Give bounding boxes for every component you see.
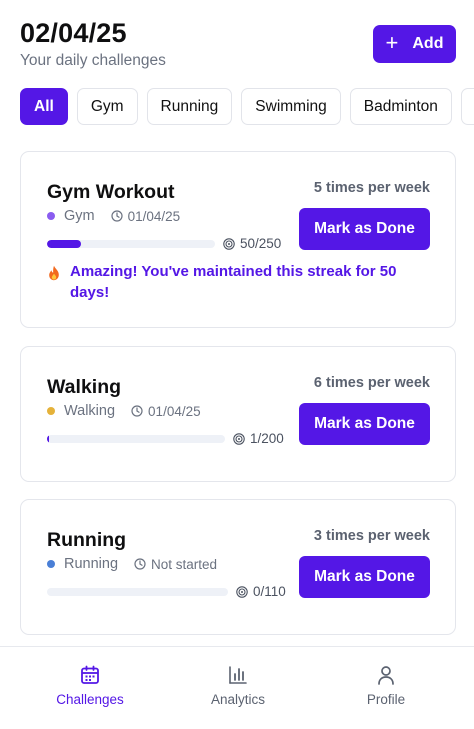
challenge-frequency: 6 times per week — [313, 375, 430, 391]
challenge-title: Running — [47, 529, 127, 551]
mark-as-done-button[interactable]: Mark as Done — [299, 556, 430, 598]
page-title-date: 02/04/25 — [20, 18, 127, 48]
streak-message: Amazing! You've maintained this streak f… — [47, 261, 415, 303]
mark-as-done-button[interactable]: Mark as Done — [299, 403, 430, 445]
clock-icon — [111, 210, 123, 222]
mark-as-done-button[interactable]: Mark as Done — [299, 208, 430, 250]
challenge-start-status: Not started — [151, 556, 218, 572]
challenge-start-date: 01/04/25 — [127, 208, 181, 224]
category-dot — [47, 212, 55, 220]
nav-item-profile[interactable]: Profile — [326, 665, 446, 707]
add-button-label: Add — [412, 35, 444, 52]
challenge-card: Running 3 times per week Running Not sta… — [20, 499, 456, 635]
challenge-frequency: 5 times per week — [313, 180, 430, 196]
challenge-start-date: 01/04/25 — [148, 403, 201, 419]
challenge-title: Gym Workout — [47, 181, 175, 203]
nav-label-analytics: Analytics — [210, 692, 266, 707]
progress-count: 0/110 — [236, 584, 286, 599]
progress-count: 1/200 — [233, 431, 284, 446]
filter-chip-swimming[interactable]: Swimming — [241, 88, 341, 125]
target-icon — [233, 432, 245, 445]
challenge-card: Walking 6 times per week Walking 01/04/2… — [20, 346, 456, 482]
progress-bar-fill — [47, 435, 49, 443]
calendar-icon — [81, 665, 99, 684]
challenge-frequency: 3 times per week — [313, 528, 430, 544]
challenge-meta: Walking 01/04/25 — [47, 403, 201, 419]
page-header: 02/04/25 Your daily challenges + Add — [20, 16, 456, 76]
add-challenge-button[interactable]: + Add — [373, 25, 456, 63]
clock-icon — [131, 405, 143, 417]
progress-bar — [47, 588, 228, 596]
challenge-card: Gym Workout 5 times per week Gym 01/04/2… — [20, 151, 456, 328]
target-icon — [236, 585, 248, 598]
challenge-category: Gym — [64, 208, 95, 224]
progress-count-text: 0/110 — [253, 584, 286, 599]
nav-label-profile: Profile — [366, 692, 406, 707]
bottom-navigation: Challenges Analytics Profile — [0, 646, 474, 729]
category-filter-bar: All Gym Running Swimming Badminton — [20, 88, 474, 126]
category-dot — [47, 407, 55, 415]
filter-chip-running[interactable]: Running — [146, 88, 233, 125]
challenge-title: Walking — [47, 376, 122, 398]
challenge-meta: Gym 01/04/25 — [47, 208, 180, 224]
filter-chip-badminton[interactable]: Badminton — [349, 88, 452, 125]
progress-count-text: 1/200 — [250, 431, 284, 446]
progress-count-text: 50/250 — [240, 236, 282, 251]
clock-icon — [134, 558, 146, 570]
target-icon — [223, 237, 235, 250]
nav-item-analytics[interactable]: Analytics — [178, 665, 298, 707]
bar-chart-icon — [229, 666, 247, 684]
filter-chip-more[interactable] — [460, 88, 474, 125]
progress-bar — [47, 435, 225, 443]
challenge-meta: Running Not started — [47, 556, 217, 572]
progress-count: 50/250 — [223, 236, 281, 251]
filter-chip-gym[interactable]: Gym — [76, 88, 138, 125]
nav-label-challenges: Challenges — [56, 692, 124, 707]
category-dot — [47, 560, 55, 568]
progress-bar — [47, 240, 215, 248]
challenge-category: Walking — [64, 403, 116, 419]
filter-chip-all[interactable]: All — [20, 88, 68, 125]
challenge-category: Running — [64, 556, 119, 572]
plus-icon: + — [385, 30, 399, 55]
person-icon — [378, 666, 394, 685]
page-subtitle: Your daily challenges — [20, 52, 166, 69]
streak-text: Amazing! You've maintained this streak f… — [70, 263, 397, 301]
nav-item-challenges[interactable]: Challenges — [30, 665, 150, 707]
progress-bar-fill — [47, 240, 81, 248]
fire-icon — [49, 265, 59, 281]
